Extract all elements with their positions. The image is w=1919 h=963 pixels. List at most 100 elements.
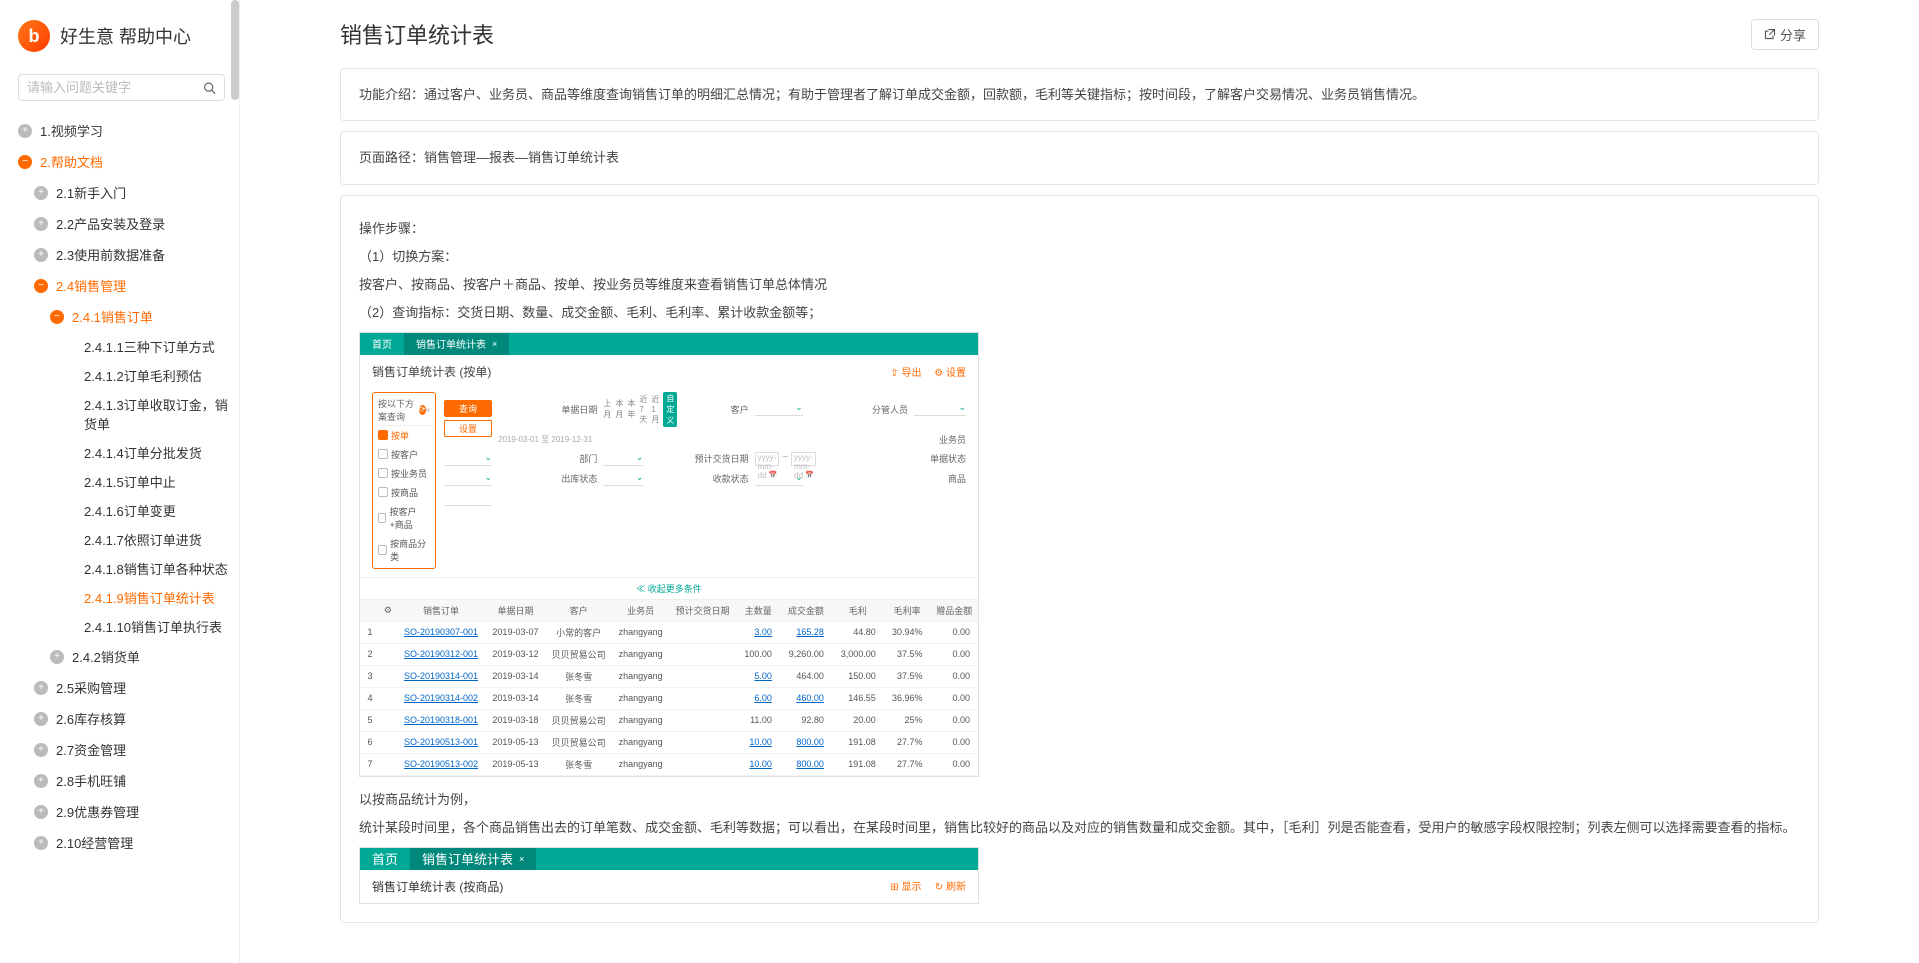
nav-2-9[interactable]: +2.9优惠券管理 [18, 796, 239, 827]
scrollbar[interactable] [231, 0, 239, 100]
radio-icon [378, 545, 387, 555]
leaf-2416[interactable]: 2.4.1.6订单变更 [18, 496, 239, 525]
gear-icon: ⚙ [380, 599, 396, 621]
embedded-screenshot-1: 首页 销售订单统计表 销售订单统计表 (按单) ⇪ 导出 ⚙ 设置 按以下方案查… [359, 332, 979, 777]
leaf-24110[interactable]: 2.4.1.10销售订单执行表 [18, 612, 239, 641]
sc-tab-open: 销售订单统计表 [404, 333, 509, 355]
brand-row: b 好生意 帮助中心 [18, 20, 239, 70]
sc2-show: ⊞ 显示 [890, 882, 921, 893]
plus-icon: + [34, 248, 48, 262]
intro-text: 通过客户、业务员、商品等维度查询销售订单的明细汇总情况；有助于管理者了解订单成交… [424, 87, 1425, 102]
nav-2-5[interactable]: +2.5采购管理 [18, 672, 239, 703]
scheme-custgoods: 按客户+商品 [375, 502, 433, 534]
sc-table: ⚙ 销售订单 单据日期 客户 业务员 预计交货日期 主数量 成交金额 毛利 毛利… [360, 599, 978, 776]
brand-title: 好生意 帮助中心 [60, 23, 191, 49]
leaf-2419[interactable]: 2.4.1.9销售订单统计表 [18, 583, 239, 612]
radio-icon [378, 449, 388, 459]
plus-icon: + [34, 805, 48, 819]
sc-tab-home: 首页 [360, 333, 404, 355]
plus-icon: + [34, 712, 48, 726]
nav-2-10[interactable]: +2.10经营管理 [18, 827, 239, 858]
embedded-screenshot-2: 首页 销售订单统计表 销售订单统计表 (按商品) ⊞ 显示 ↻ 刷新 [359, 847, 979, 904]
nav-2-3[interactable]: +2.3使用前数据准备 [18, 239, 239, 270]
plus-icon: + [34, 774, 48, 788]
nav-2-4-2[interactable]: +2.4.2销货单 [18, 641, 239, 672]
table-row: 4SO-20190314-0022019-03-14张冬雪zhangyang6.… [360, 687, 978, 709]
table-row: 6SO-20190513-0012019-05-13贝贝贸易公司zhangyan… [360, 731, 978, 753]
nav-2-2[interactable]: +2.2产品安装及登录 [18, 208, 239, 239]
sc-field [755, 472, 803, 486]
sc-query-btn: 查询 [444, 400, 492, 417]
sc2-title: 销售订单统计表 (按商品) [372, 878, 503, 895]
plus-icon: + [34, 836, 48, 850]
sc-set-btn: 设置 [444, 420, 492, 437]
step1-desc: 按客户、按商品、按客户＋商品、按单、按业务员等维度来查看销售订单总体情况 [359, 272, 1800, 298]
scheme-goods: 按商品 [375, 483, 433, 502]
radio-icon [378, 468, 388, 478]
path-label: 页面路径： [359, 150, 424, 165]
step2: （2）查询指标：交货日期、数量、成交金额、毛利、毛利率、累计收款金额等； [359, 300, 1800, 326]
radio-icon [378, 430, 388, 440]
steps-title: 操作步骤： [359, 216, 1800, 242]
search-input[interactable] [27, 80, 203, 95]
scheme-order: 按单 [375, 426, 433, 445]
minus-icon: − [50, 310, 64, 324]
plus-icon: + [34, 681, 48, 695]
sc2-refresh: ↻ 刷新 [935, 882, 966, 893]
logo-icon: b [18, 20, 50, 52]
table-row: 2SO-20190312-0012019-03-12贝贝贸易公司zhangyan… [360, 643, 978, 665]
step1: （1）切换方案： [359, 244, 1800, 270]
nav-2-8[interactable]: +2.8手机旺铺 [18, 765, 239, 796]
nav-tree: +1.视频学习 −2.帮助文档 +2.1新手入门 +2.2产品安装及登录 +2.… [18, 115, 239, 858]
sc-field [444, 452, 492, 466]
plus-icon: + [50, 650, 64, 664]
sc-field [603, 452, 643, 466]
leaf-2413[interactable]: 2.4.1.3订单收取订金，销货单 [18, 390, 239, 438]
share-button[interactable]: 分享 [1751, 19, 1819, 50]
plus-icon: + [34, 743, 48, 757]
nav-video[interactable]: +1.视频学习 [18, 115, 239, 146]
leaf-2417[interactable]: 2.4.1.7依照订单进货 [18, 525, 239, 554]
radio-icon [378, 487, 388, 497]
sc-field [755, 402, 803, 416]
search-box[interactable] [18, 74, 225, 101]
nav-2-4-1[interactable]: −2.4.1销售订单 [18, 301, 239, 332]
sc-scheme-panel: 按以下方案查询 ⟳ « 按单 按客户 按业务员 按商品 按客户+商品 按商品分类 [372, 392, 436, 569]
sc-field [603, 472, 643, 486]
leaf-2414[interactable]: 2.4.1.4订单分批发货 [18, 438, 239, 467]
table-row: 3SO-20190314-0012019-03-14张冬雪zhangyang5.… [360, 665, 978, 687]
leaf-2415[interactable]: 2.4.1.5订单中止 [18, 467, 239, 496]
scheme-cust: 按客户 [375, 445, 433, 464]
sc-collapse: ≪ 收起更多条件 [360, 577, 978, 599]
sc-field [444, 492, 492, 506]
scheme-sales: 按业务员 [375, 464, 433, 483]
share-icon [1764, 28, 1776, 40]
sc-field [914, 402, 966, 416]
sc-set: ⚙ 设置 [934, 368, 966, 379]
sc-title: 销售订单统计表 (按单) [372, 363, 491, 380]
page-title: 销售订单统计表 [340, 18, 494, 50]
path-card: 页面路径：销售管理—报表—销售订单统计表 [340, 131, 1819, 184]
leaf-2412[interactable]: 2.4.1.2订单毛利预估 [18, 361, 239, 390]
main-content: 销售订单统计表 分享 功能介绍：通过客户、业务员、商品等维度查询销售订单的明细汇… [240, 0, 1919, 963]
example-desc: 统计某段时间里，各个商品销售出去的订单笔数、成交金额、毛利等数据；可以看出，在某… [359, 815, 1800, 841]
nav-2-1[interactable]: +2.1新手入门 [18, 177, 239, 208]
table-row: 7SO-20190513-0022019-05-13张冬雪zhangyang10… [360, 753, 978, 775]
table-row: 5SO-20190318-0012019-03-18贝贝贸易公司zhangyan… [360, 709, 978, 731]
minus-icon: − [18, 155, 32, 169]
sc2-tab-home: 首页 [360, 848, 410, 870]
sidebar: b 好生意 帮助中心 +1.视频学习 −2.帮助文档 +2.1新手入门 +2.2… [0, 0, 240, 963]
path-text: 销售管理—报表—销售订单统计表 [424, 150, 619, 165]
nav-2-7[interactable]: +2.7资金管理 [18, 734, 239, 765]
search-icon [203, 81, 216, 95]
nav-2-4[interactable]: −2.4销售管理 [18, 270, 239, 301]
intro-card: 功能介绍：通过客户、业务员、商品等维度查询销售订单的明细汇总情况；有助于管理者了… [340, 68, 1819, 121]
nav-2-6[interactable]: +2.6库存核算 [18, 703, 239, 734]
plus-icon: + [18, 124, 32, 138]
radio-icon [378, 513, 386, 523]
scheme-goodscat: 按商品分类 [375, 534, 433, 566]
leaf-2418[interactable]: 2.4.1.8销售订单各种状态 [18, 554, 239, 583]
collapse-icon: « [426, 405, 430, 414]
leaf-2411[interactable]: 2.4.1.1三种下订单方式 [18, 332, 239, 361]
nav-helpdoc[interactable]: −2.帮助文档 [18, 146, 239, 177]
